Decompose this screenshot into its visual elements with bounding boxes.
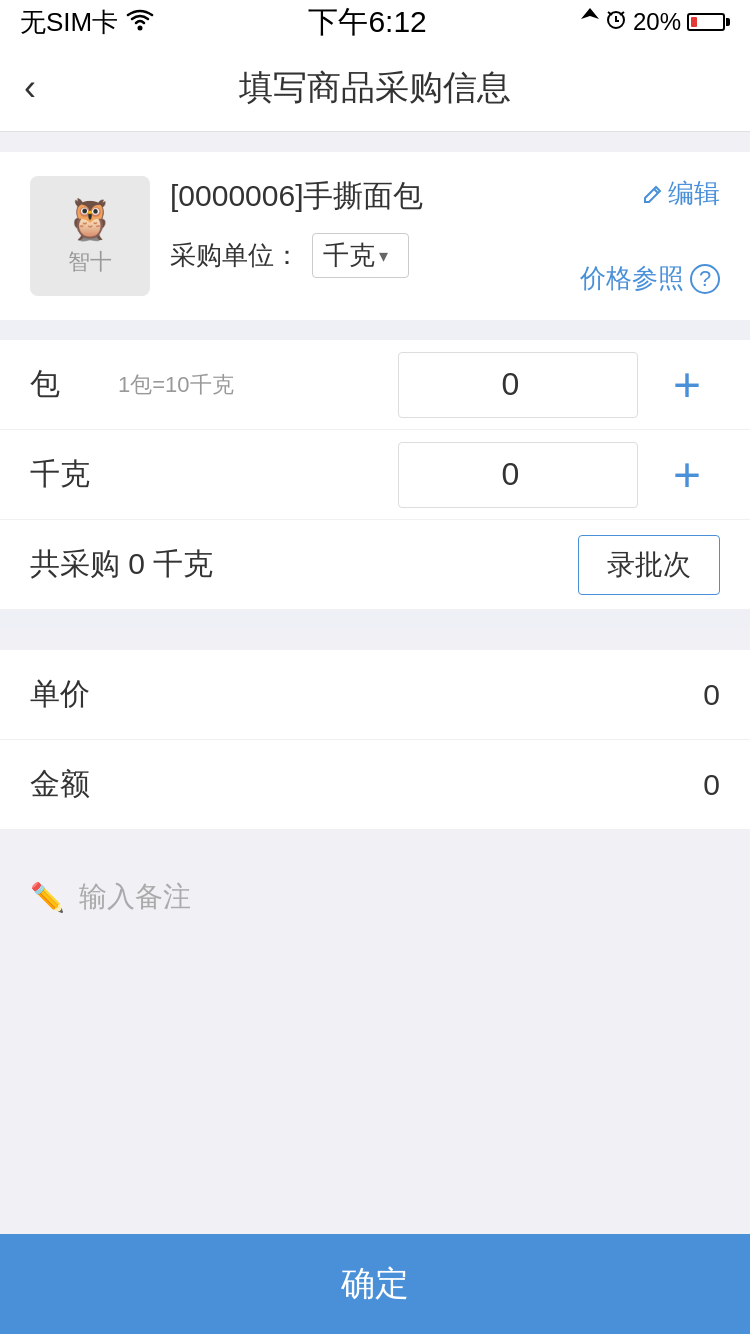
price-ref-button[interactable]: 价格参照 ? — [580, 261, 720, 296]
status-time: 下午6:12 — [308, 2, 426, 43]
input-sublabel-bags: 1包=10千克 — [118, 370, 234, 400]
unit-price-label: 单价 — [30, 674, 90, 715]
edit-button[interactable]: 编辑 — [642, 176, 720, 211]
help-icon: ? — [690, 264, 720, 294]
section-divider-1 — [0, 320, 750, 340]
unit-price-value: 0 — [703, 678, 720, 712]
status-carrier: 无SIM卡 — [20, 5, 154, 40]
product-name: [0000006]手撕面包 — [170, 176, 720, 217]
unit-value: 千克 — [323, 238, 375, 273]
unit-label: 采购单位： — [170, 238, 300, 273]
battery-percentage: 20% — [633, 8, 681, 36]
record-batch-button[interactable]: 录批次 — [578, 535, 720, 595]
total-row: 共采购 0 千克 录批次 — [0, 520, 750, 610]
nav-bar: ‹ 填写商品采购信息 — [0, 44, 750, 132]
unit-select[interactable]: 千克 ▾ — [312, 233, 409, 278]
total-label: 共采购 0 千克 — [30, 544, 213, 585]
input-label-bags: 包 — [30, 364, 110, 405]
bags-increment-button[interactable]: + — [654, 352, 720, 418]
status-right: 20% — [581, 8, 730, 36]
chevron-down-icon: ▾ — [379, 245, 388, 267]
section-divider-2 — [0, 610, 750, 630]
amount-label: 金额 — [30, 764, 90, 805]
confirm-button[interactable]: 确定 — [0, 1234, 750, 1334]
bags-quantity-input[interactable] — [398, 352, 638, 418]
kg-quantity-input[interactable] — [398, 442, 638, 508]
input-row-bags: 包 1包=10千克 + — [0, 340, 750, 430]
remark-placeholder: 输入备注 — [79, 878, 191, 916]
location-icon — [581, 8, 599, 36]
carrier-text: 无SIM卡 — [20, 5, 118, 40]
input-section: 包 1包=10千克 + 千克 + — [0, 340, 750, 520]
kg-increment-button[interactable]: + — [654, 442, 720, 508]
status-bar: 无SIM卡 下午6:12 20% — [0, 0, 750, 44]
input-label-kg: 千克 — [30, 454, 110, 495]
amount-value: 0 — [703, 768, 720, 802]
product-owl-icon: 🦉 — [65, 196, 115, 243]
price-row-amount: 金额 0 — [0, 740, 750, 830]
input-field-wrap-bags: + — [234, 352, 720, 418]
back-button[interactable]: ‹ — [24, 67, 36, 109]
battery-icon — [687, 13, 730, 31]
price-row-unit: 单价 0 — [0, 650, 750, 740]
svg-point-0 — [138, 25, 143, 30]
input-field-wrap-kg: + — [110, 442, 720, 508]
alarm-icon — [605, 8, 627, 36]
wifi-icon — [126, 7, 154, 38]
product-image-subtext: 智十 — [68, 247, 112, 277]
page-title: 填写商品采购信息 — [239, 65, 511, 111]
product-image: 🦉 智十 — [30, 176, 150, 296]
price-section: 单价 0 金额 0 — [0, 650, 750, 830]
product-card: 🦉 智十 [0000006]手撕面包 采购单位： 千克 ▾ 编辑 价格参照 ? — [0, 152, 750, 320]
input-row-kg: 千克 + — [0, 430, 750, 520]
pencil-icon: ✏️ — [30, 881, 65, 914]
remark-section[interactable]: ✏️ 输入备注 — [0, 850, 750, 944]
